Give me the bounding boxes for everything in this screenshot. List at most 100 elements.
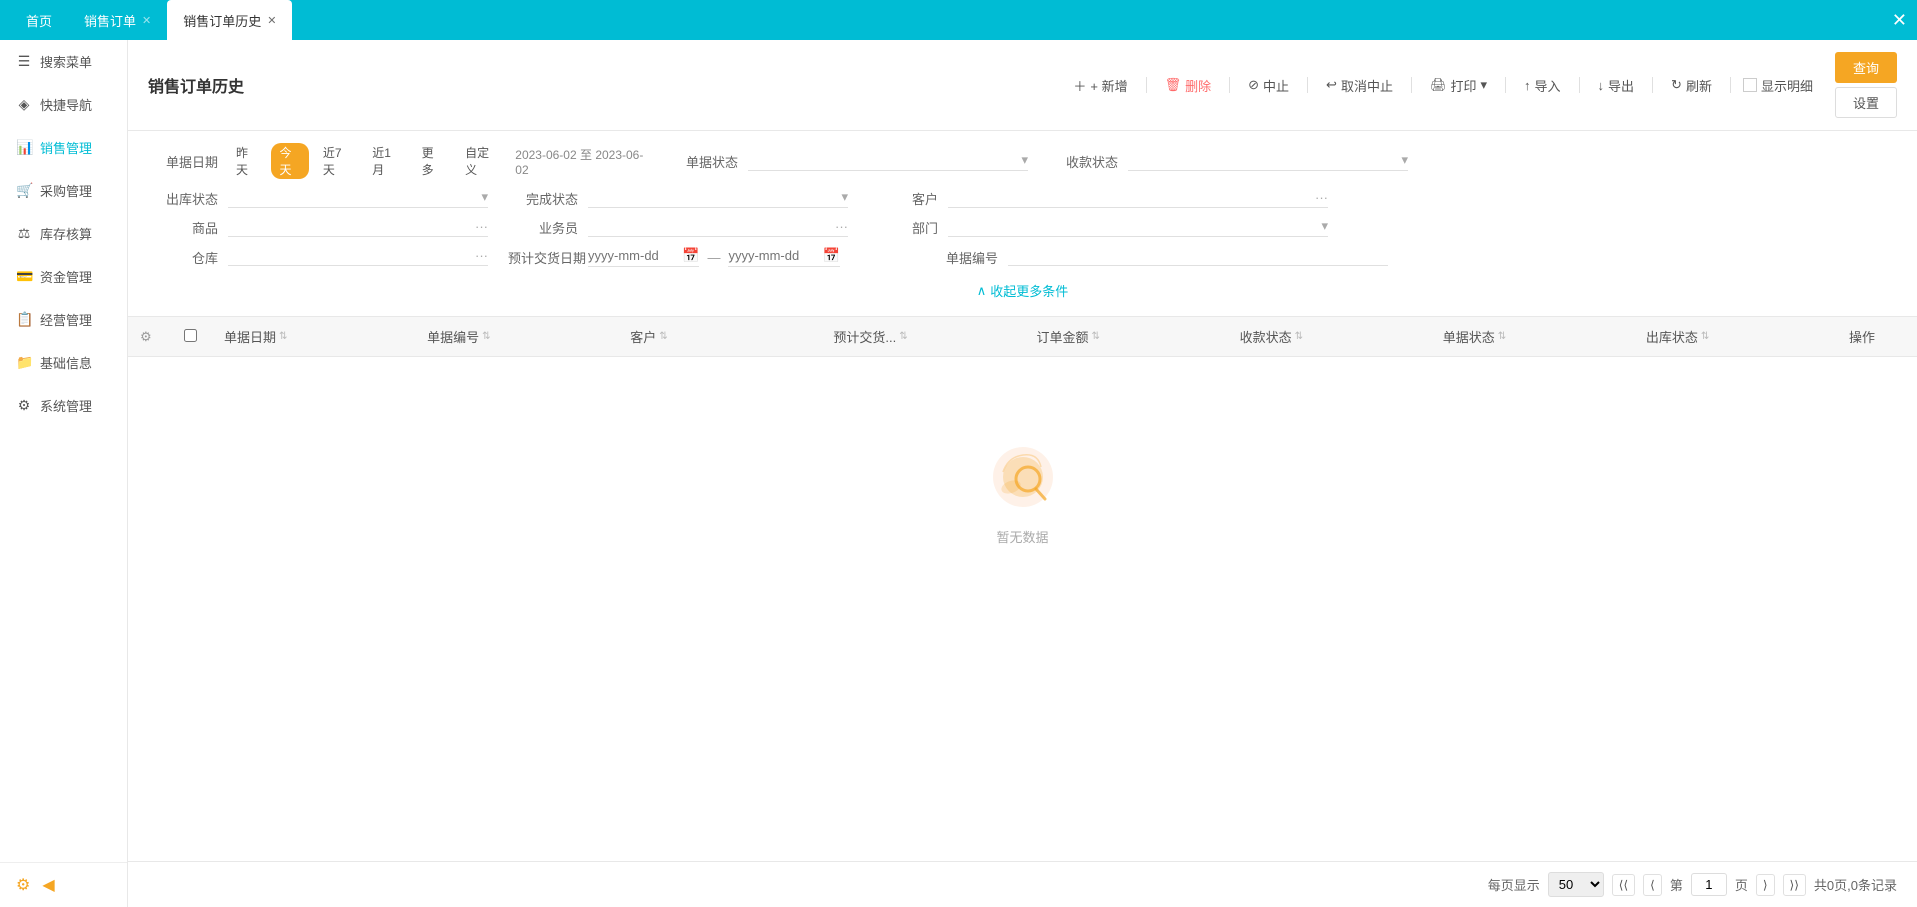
sidebar-item-sales-mgmt[interactable]: 📊 销售管理 — [0, 126, 127, 169]
salesperson-input-wrap: ··· — [588, 219, 848, 237]
per-page-select[interactable]: 50 10 20 100 — [1548, 872, 1604, 897]
tab-sales-order-history-close[interactable]: ✕ — [267, 14, 276, 27]
new-button[interactable]: ＋ + 新增 — [1067, 72, 1133, 99]
goods-input[interactable] — [228, 219, 469, 234]
sidebar-item-operations-label: 经营管理 — [40, 310, 92, 329]
customer-dots[interactable]: ··· — [1315, 190, 1328, 205]
sidebar-item-purchase-mgmt[interactable]: 🛒 采购管理 — [0, 169, 127, 212]
date-tag-today[interactable]: 今天 — [271, 143, 308, 179]
customer-input[interactable] — [948, 190, 1309, 205]
collapse-up-icon: ∧ — [977, 283, 987, 299]
tab-sales-order[interactable]: 销售订单 ✕ — [68, 0, 167, 40]
sidebar-item-basic-info[interactable]: 📁 基础信息 — [0, 341, 127, 384]
goods-dots[interactable]: ··· — [475, 219, 488, 234]
window-close-icon[interactable]: ✕ — [1892, 10, 1907, 31]
delivery-end-input[interactable] — [728, 248, 818, 263]
payment-status-select[interactable]: ▾ — [1128, 152, 1408, 171]
salesperson-dots[interactable]: ··· — [835, 219, 848, 234]
delete-button[interactable]: 🗑 删除 — [1159, 72, 1218, 99]
collapse-more[interactable]: ∧ 收起更多条件 — [148, 277, 1897, 304]
capital-icon: 💳 — [16, 268, 32, 285]
pagination-first-button[interactable]: ⟨⟨ — [1612, 874, 1635, 896]
sidebar-item-inventory[interactable]: ⚖ 库存核算 — [0, 212, 127, 255]
refresh-button[interactable]: ↻ 刷新 — [1665, 72, 1718, 99]
print-button[interactable]: 🖨 打印 ▾ — [1424, 72, 1493, 99]
customer-input-wrap: ··· — [948, 190, 1328, 208]
sidebar-item-search-label: 搜索菜单 — [40, 52, 92, 71]
date-tag-yesterday[interactable]: 昨天 — [228, 143, 265, 179]
sidebar-item-system[interactable]: ⚙ 系统管理 — [0, 384, 127, 427]
sidebar-item-quick-nav[interactable]: ◈ 快捷导航 — [0, 83, 127, 126]
date-tag-more[interactable]: 更多 — [414, 143, 451, 179]
department-select[interactable]: ▾ — [948, 218, 1328, 237]
print-dropdown-icon: ▾ — [1480, 77, 1487, 93]
th-customer-sort[interactable]: 客户 ⇅ — [630, 327, 809, 346]
stop-button[interactable]: ⊘ 中止 — [1242, 72, 1295, 99]
pagination-last-button[interactable]: ⟩⟩ — [1783, 874, 1806, 896]
date-tag-custom[interactable]: 自定义 — [457, 143, 505, 179]
import-button[interactable]: ↑ 导入 — [1518, 72, 1567, 99]
th-date-sort[interactable]: 单据日期 ⇅ — [224, 327, 403, 346]
table-head: ⚙ 单据日期 ⇅ 单据编号 — [128, 317, 1917, 357]
sidebar-collapse-icon[interactable]: ◀ — [42, 875, 54, 895]
print-label: 打印 — [1450, 76, 1476, 95]
th-amount-sort[interactable]: 订单金额 ⇅ — [1037, 327, 1216, 346]
filter-row-4: 仓库 ··· 预计交货日期 📅 — 📅 单 — [148, 247, 1897, 267]
date-tag-1month[interactable]: 近1月 — [364, 143, 407, 179]
pagination-prev-button[interactable]: ⟨ — [1643, 874, 1662, 896]
basic-info-icon: 📁 — [16, 354, 32, 371]
bill-number-input[interactable] — [1008, 248, 1388, 263]
salesperson-input[interactable] — [588, 219, 829, 234]
select-all-checkbox[interactable] — [184, 329, 197, 342]
pagination-page-input[interactable] — [1691, 873, 1727, 896]
th-warehouse-out-sort-icon: ⇅ — [1701, 331, 1709, 342]
import-label: 导入 — [1535, 76, 1561, 95]
warehouse-out-select[interactable]: ▾ — [228, 189, 488, 208]
sidebar-item-inventory-label: 库存核算 — [40, 224, 92, 243]
tab-sales-order-history[interactable]: 销售订单历史 ✕ — [167, 0, 292, 40]
warehouse-input[interactable] — [228, 248, 469, 263]
delivery-start-calendar-icon[interactable]: 📅 — [682, 247, 699, 264]
th-delivery: 预计交货... ⇅ — [821, 317, 1024, 357]
complete-status-select[interactable]: ▾ — [588, 189, 848, 208]
cancel-stop-button[interactable]: ↩ 取消中止 — [1320, 72, 1399, 99]
sidebar-item-search-menu[interactable]: ☰ 搜索菜单 — [0, 40, 127, 83]
stop-icon: ⊘ — [1248, 77, 1259, 93]
settings-button[interactable]: 设置 — [1835, 87, 1897, 118]
delivery-start-input[interactable] — [588, 248, 678, 263]
th-amount-label: 订单金额 — [1037, 327, 1089, 346]
table-body: 暂无数据 — [128, 357, 1917, 627]
th-date-sort-icon: ⇅ — [279, 331, 287, 342]
main-layout: ☰ 搜索菜单 ◈ 快捷导航 📊 销售管理 🛒 采购管理 ⚖ 库存核算 💳 资金管… — [0, 40, 1917, 907]
query-button[interactable]: 查询 — [1835, 52, 1897, 83]
table-settings-icon[interactable]: ⚙ — [140, 329, 152, 344]
cancel-stop-icon: ↩ — [1326, 77, 1337, 93]
tab-home[interactable]: 首页 — [10, 0, 68, 40]
tab-sales-order-close[interactable]: ✕ — [142, 14, 151, 27]
display-toggle[interactable]: 显示明细 — [1743, 76, 1813, 95]
complete-status-label: 完成状态 — [508, 189, 588, 208]
delivery-end-calendar-icon[interactable]: 📅 — [822, 247, 839, 264]
warehouse-dots[interactable]: ··· — [475, 248, 488, 263]
th-warehouse-out-sort[interactable]: 出库状态 ⇅ — [1646, 327, 1825, 346]
th-delivery-sort[interactable]: 预计交货... ⇅ — [833, 327, 1012, 346]
sidebar-item-operations[interactable]: 📋 经营管理 — [0, 298, 127, 341]
export-button[interactable]: ↓ 导出 — [1592, 72, 1641, 99]
sidebar-settings-icon[interactable]: ⚙ — [16, 875, 30, 895]
date-range-text: 2023-06-02 至 2023-06-02 — [515, 146, 648, 177]
display-checkbox[interactable] — [1743, 78, 1757, 92]
pagination-next-button[interactable]: ⟩ — [1756, 874, 1775, 896]
bill-status-select[interactable]: ▾ — [748, 152, 1028, 171]
salesperson-label: 业务员 — [508, 218, 588, 237]
th-bill-status-sort[interactable]: 单据状态 ⇅ — [1443, 327, 1622, 346]
payment-status-label: 收款状态 — [1048, 152, 1128, 171]
sidebar-item-system-label: 系统管理 — [40, 396, 92, 415]
sidebar-item-capital-label: 资金管理 — [40, 267, 92, 286]
divider-3 — [1307, 77, 1308, 93]
new-label: + 新增 — [1090, 76, 1127, 95]
th-amount: 订单金额 ⇅ — [1025, 317, 1228, 357]
date-tag-7days[interactable]: 近7天 — [315, 143, 358, 179]
th-payment-status-sort[interactable]: 收款状态 ⇅ — [1240, 327, 1419, 346]
sidebar-item-capital[interactable]: 💳 资金管理 — [0, 255, 127, 298]
th-number-sort[interactable]: 单据编号 ⇅ — [427, 327, 606, 346]
